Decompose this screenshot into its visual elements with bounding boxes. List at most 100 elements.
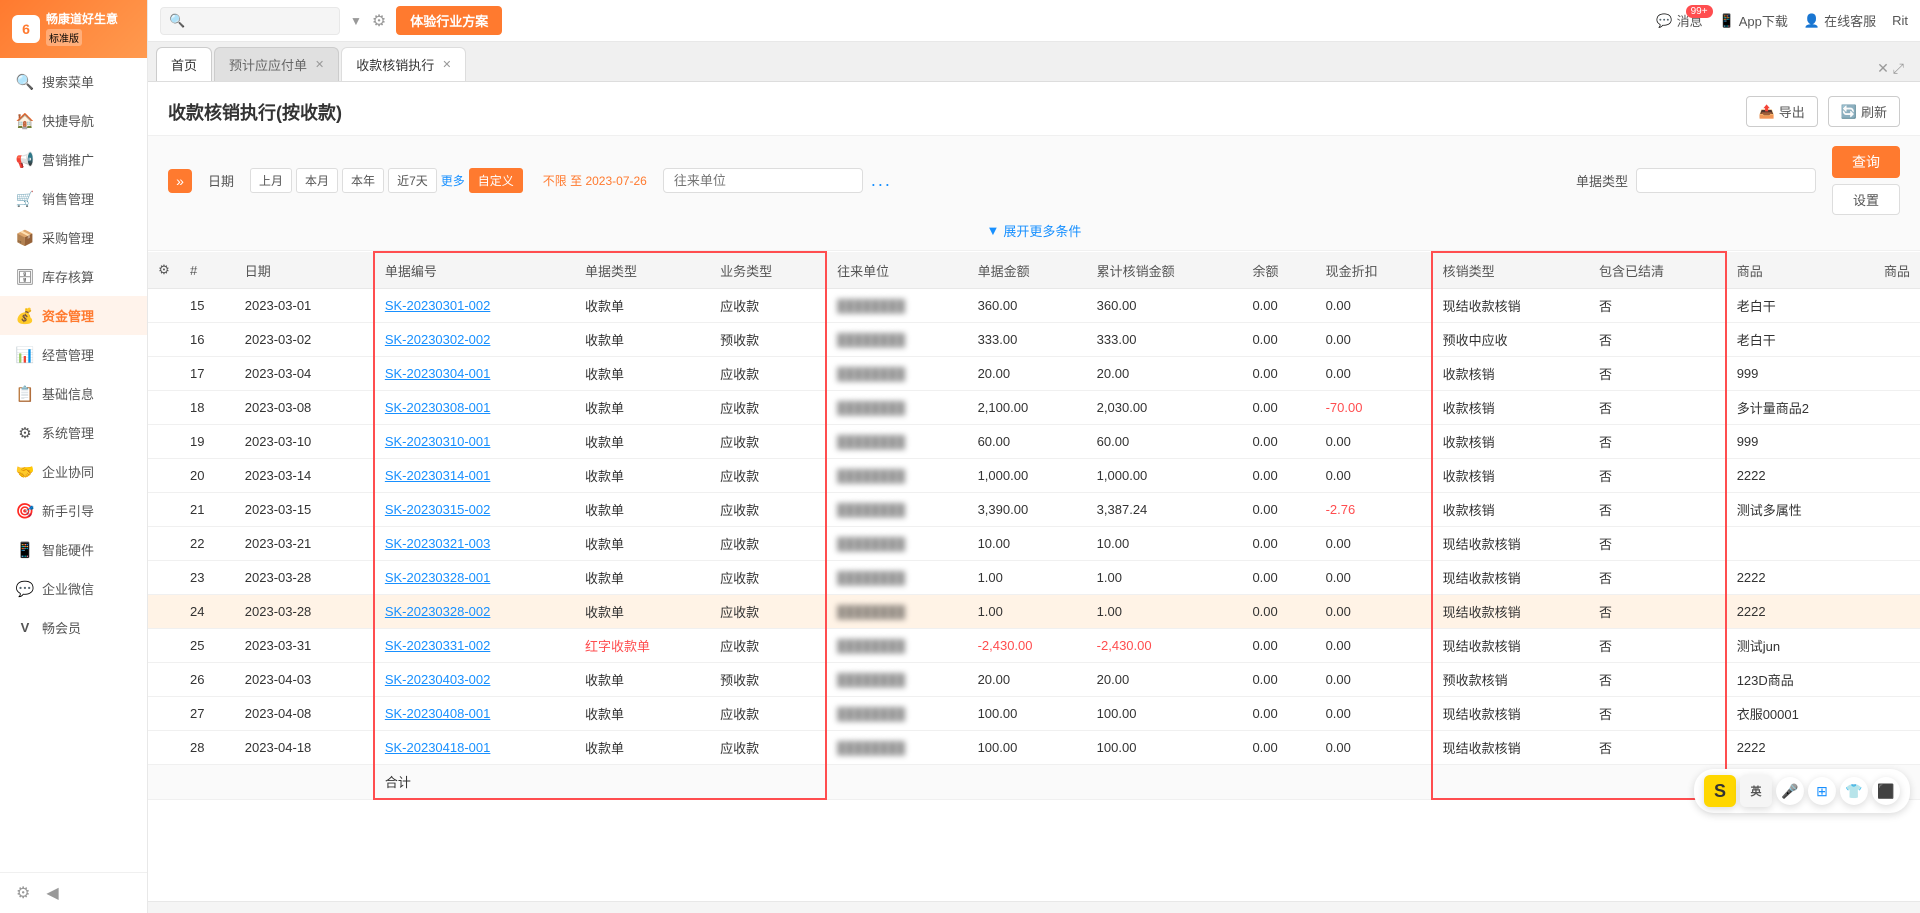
table-row: 21 2023-03-15 SK-20230315-002 收款单 应收款 ██… xyxy=(148,493,1920,527)
dropdown-arrow-icon[interactable]: ▼ xyxy=(350,14,362,28)
cart-icon: 🛒 xyxy=(16,190,34,208)
bill-no-link[interactable]: SK-20230418-001 xyxy=(385,740,491,755)
bill-no-link[interactable]: SK-20230403-002 xyxy=(385,672,491,687)
bill-no-link[interactable]: SK-20230304-001 xyxy=(385,366,491,381)
app-download-button[interactable]: 📱 App下载 xyxy=(1719,11,1788,30)
col-biz-type: 业务类型 xyxy=(710,252,826,289)
sidebar-item-marketing[interactable]: 📢 营销推广 xyxy=(0,140,147,179)
filter-expand-button[interactable]: » xyxy=(168,169,192,193)
table-header-row: ⚙ # 日期 单据编号 单据类型 业务类型 往来单位 单据金额 累计核销金额 余… xyxy=(148,252,1920,289)
floating-apps-button[interactable]: ⬛ xyxy=(1872,777,1900,805)
topbar-search-input[interactable] xyxy=(191,14,331,28)
export-button[interactable]: 📤 导出 xyxy=(1746,96,1818,127)
floating-grid-button[interactable]: ⊞ xyxy=(1808,777,1836,805)
filter-setting-button[interactable]: 设置 xyxy=(1832,184,1900,215)
settings-bottom-icon[interactable]: ⚙ xyxy=(16,883,30,903)
filter-expand-more[interactable]: ▼ 展开更多条件 xyxy=(987,221,1082,240)
bill-no-link[interactable]: SK-20230321-003 xyxy=(385,536,491,551)
bill-no-link[interactable]: SK-20230310-001 xyxy=(385,434,491,449)
topbar-search-box[interactable]: 🔍 xyxy=(160,7,340,35)
filter-query-button[interactable]: 查询 xyxy=(1832,146,1900,178)
col-bill-type: 单据类型 xyxy=(575,252,710,289)
refresh-button[interactable]: 🔄 刷新 xyxy=(1828,96,1900,127)
table-row: 15 2023-03-01 SK-20230301-002 收款单 应收款 ██… xyxy=(148,289,1920,323)
system-icon: ⚙ xyxy=(16,424,34,442)
col-settings[interactable]: ⚙ xyxy=(148,252,180,289)
phone-icon: 📱 xyxy=(16,541,34,559)
bill-no-link[interactable]: SK-20230302-002 xyxy=(385,332,491,347)
sidebar-item-corp[interactable]: 🤝 企业协同 xyxy=(0,452,147,491)
filter-date-label: 日期 xyxy=(208,171,234,190)
collapse-icon[interactable]: ◀ xyxy=(46,883,58,903)
bill-no-link[interactable]: SK-20230328-002 xyxy=(385,604,491,619)
solution-button[interactable]: 体验行业方案 xyxy=(396,6,502,35)
sidebar-item-wechat[interactable]: 💬 企业微信 xyxy=(0,569,147,608)
filter-date-custom[interactable]: 自定义 xyxy=(469,168,523,193)
table-scroll-area[interactable] xyxy=(148,901,1920,913)
floating-mic-button[interactable]: 🎤 xyxy=(1776,777,1804,805)
sidebar-item-label: 快捷导航 xyxy=(42,111,94,130)
table-row: 25 2023-03-31 SK-20230331-002 红字收款单 应收款 … xyxy=(148,629,1920,663)
tab-close-all[interactable]: ✕ xyxy=(1877,60,1889,77)
tab-home[interactable]: 首页 xyxy=(156,47,212,81)
tab-expand[interactable]: ⤢ xyxy=(1893,60,1904,77)
sidebar-item-system[interactable]: ⚙ 系统管理 xyxy=(0,413,147,452)
filter-unit-input[interactable] xyxy=(663,168,863,193)
topbar-gear-icon[interactable]: ⚙ xyxy=(372,11,386,31)
sidebar-item-inventory[interactable]: 🗄 库存核算 xyxy=(0,257,147,296)
sidebar-item-finance[interactable]: 💰 资金管理 xyxy=(0,296,147,335)
sidebar-item-shortcut[interactable]: 🏠 快捷导航 xyxy=(0,101,147,140)
bill-no-link[interactable]: SK-20230331-002 xyxy=(385,638,491,653)
target-icon: 🎯 xyxy=(16,502,34,520)
sidebar-item-sales[interactable]: 🛒 销售管理 xyxy=(0,179,147,218)
bill-no-link[interactable]: SK-20230308-001 xyxy=(385,400,491,415)
sidebar-item-hardware[interactable]: 📱 智能硬件 xyxy=(0,530,147,569)
sidebar-item-member[interactable]: V 畅会员 xyxy=(0,608,147,647)
filter-date-7days[interactable]: 近7天 xyxy=(388,168,437,193)
sidebar-item-guide[interactable]: 🎯 新手引导 xyxy=(0,491,147,530)
sidebar-item-basics[interactable]: 📋 基础信息 xyxy=(0,374,147,413)
filter-date-last-month[interactable]: 上月 xyxy=(250,168,292,193)
floating-shirt-button[interactable]: 👕 xyxy=(1840,777,1868,805)
col-index: # xyxy=(180,252,235,289)
user-label[interactable]: Rit xyxy=(1892,13,1908,28)
tab-payable[interactable]: 预计应应付单 ✕ xyxy=(214,47,339,81)
col-amount: 单据金额 xyxy=(968,252,1087,289)
settings-icon[interactable]: ⚙ xyxy=(158,262,170,277)
table-footer-row: 合计 xyxy=(148,765,1920,800)
content-area: 收款核销执行(按收款) 📤 导出 🔄 刷新 » 日期 上月 xyxy=(148,82,1920,913)
sidebar-item-label: 销售管理 xyxy=(42,189,94,208)
sidebar-item-search[interactable]: 🔍 搜索菜单 xyxy=(0,62,147,101)
phone-icon: 📱 xyxy=(1719,13,1735,29)
table-row: 26 2023-04-03 SK-20230403-002 收款单 预收款 ██… xyxy=(148,663,1920,697)
table-row: 19 2023-03-10 SK-20230310-001 收款单 应收款 ██… xyxy=(148,425,1920,459)
sidebar-item-label: 库存核算 xyxy=(42,267,94,286)
filter-date-this-month[interactable]: 本月 xyxy=(296,168,338,193)
sidebar-item-operations[interactable]: 📊 经营管理 xyxy=(0,335,147,374)
floating-english-button[interactable]: 英 xyxy=(1740,775,1772,807)
search-icon: 🔍 xyxy=(169,13,185,29)
message-button[interactable]: 💬 消息 99+ xyxy=(1656,11,1702,30)
bill-no-link[interactable]: SK-20230315-002 xyxy=(385,502,491,517)
online-service-button[interactable]: 👤 在线客服 xyxy=(1804,11,1876,30)
bill-no-link[interactable]: SK-20230328-001 xyxy=(385,570,491,585)
bill-no-link[interactable]: SK-20230301-002 xyxy=(385,298,491,313)
storage-icon: 🗄 xyxy=(16,268,34,286)
filter-type-select[interactable] xyxy=(1636,168,1816,193)
sidebar-item-label: 营销推广 xyxy=(42,150,94,169)
bill-no-link[interactable]: SK-20230408-001 xyxy=(385,706,491,721)
filter-date-more[interactable]: 更多 xyxy=(441,172,465,189)
tab-receipt-close[interactable]: ✕ xyxy=(442,58,451,71)
floating-s-button[interactable]: S xyxy=(1704,775,1736,807)
filter-dots-icon[interactable]: ... xyxy=(871,170,892,191)
chevron-down-icon: ▼ xyxy=(987,223,1000,238)
filter-date-this-year[interactable]: 本年 xyxy=(342,168,384,193)
bill-no-link[interactable]: SK-20230314-001 xyxy=(385,468,491,483)
table-row: 28 2023-04-18 SK-20230418-001 收款单 应收款 ██… xyxy=(148,731,1920,765)
sidebar-item-purchase[interactable]: 📦 采购管理 xyxy=(0,218,147,257)
member-icon: V xyxy=(16,619,34,637)
tab-receipt[interactable]: 收款核销执行 ✕ xyxy=(341,47,466,81)
logo-badge: 标准版 xyxy=(46,29,82,46)
tab-payable-close[interactable]: ✕ xyxy=(315,58,324,71)
table-row: 17 2023-03-04 SK-20230304-001 收款单 应收款 ██… xyxy=(148,357,1920,391)
